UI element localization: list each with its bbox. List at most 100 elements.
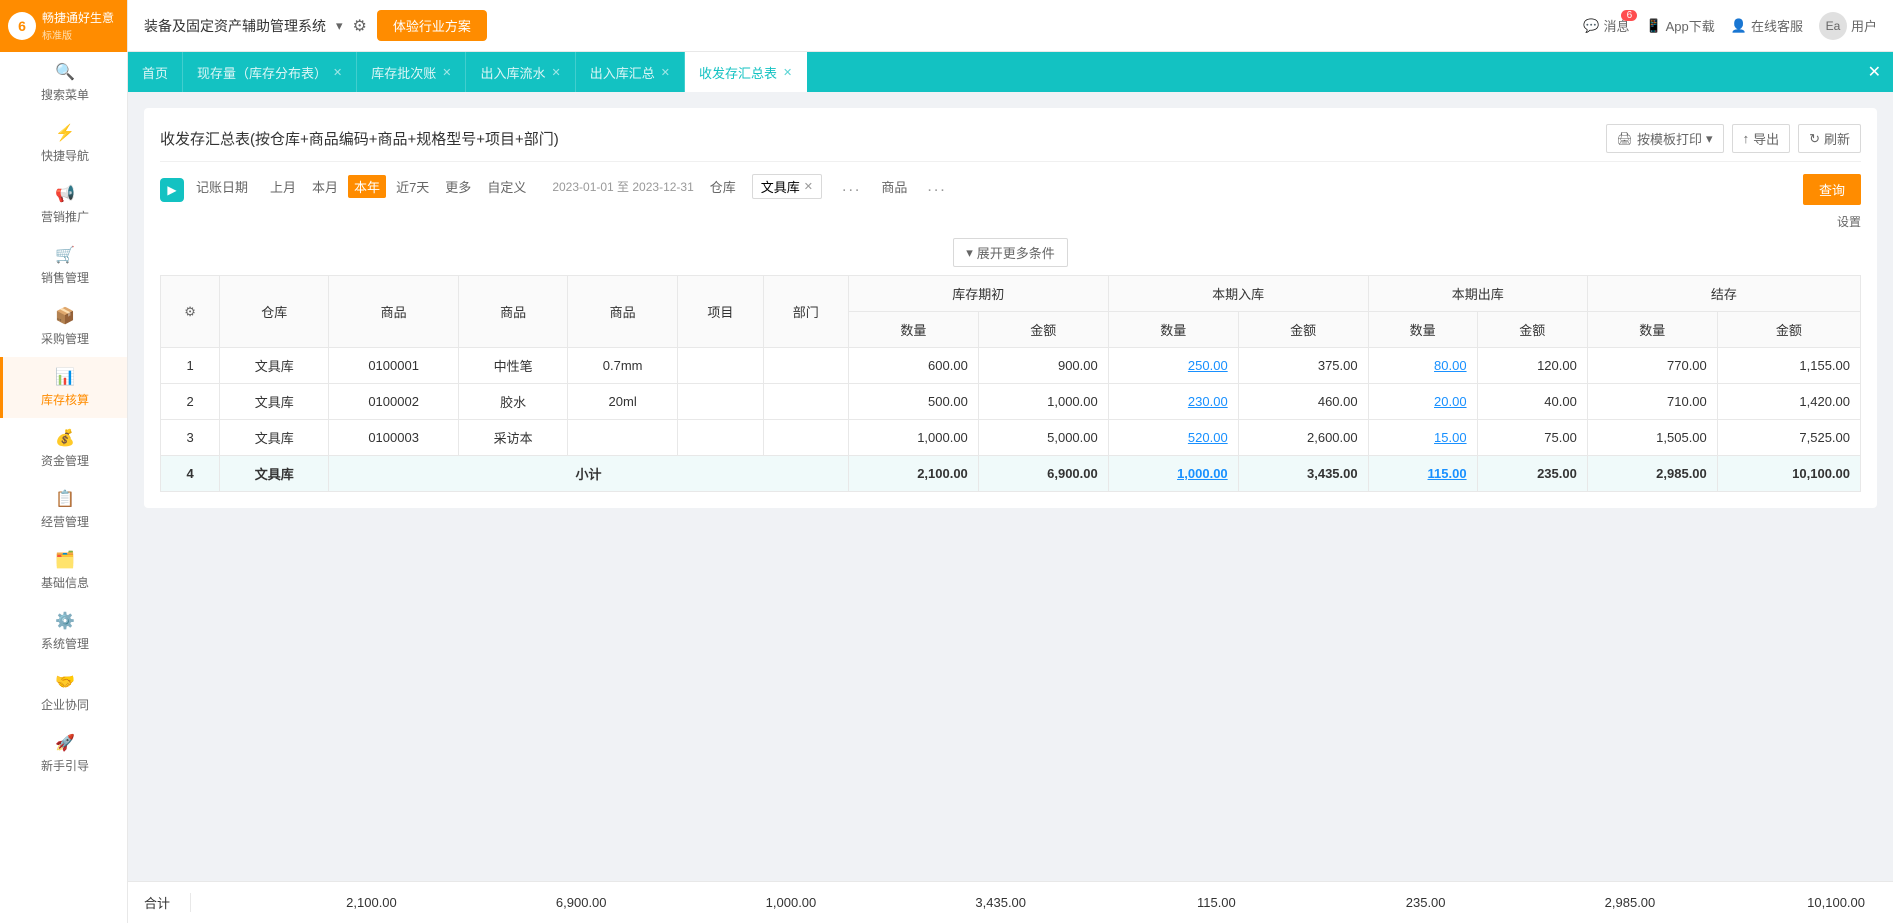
cell-out-qty[interactable]: 20.00 — [1368, 384, 1477, 420]
date-btn-3[interactable]: 近7天 — [390, 175, 435, 198]
sidebar-item-label: 经营管理 — [41, 513, 89, 530]
cell-name: 采访本 — [459, 420, 568, 456]
cell-code: 0100002 — [329, 384, 459, 420]
cell-project — [678, 384, 763, 420]
brand-edition: 标准版 — [42, 27, 114, 42]
total-opening-amt: 6,900.00 — [409, 895, 619, 910]
sidebar-item-label: 搜索菜单 — [41, 86, 89, 103]
tab-batch[interactable]: 库存批次账✕ — [357, 52, 466, 92]
th-code: 商品 — [329, 276, 459, 348]
content-area: 收发存汇总表(按仓库+商品编码+商品+规格型号+项目+部门) 🖨 按模板打印 ▾… — [128, 92, 1893, 881]
warehouse-more-btn[interactable]: ... — [838, 178, 865, 196]
total-out-qty: 115.00 — [1038, 895, 1248, 910]
query-btn[interactable]: 查询 — [1803, 174, 1861, 205]
expand-filter-btn[interactable]: ▾ 展开更多条件 — [953, 238, 1068, 267]
subtotal-opening-amt: 6,900.00 — [978, 456, 1108, 492]
trial-btn[interactable]: 体验行业方案 — [377, 10, 487, 41]
filter-toggle-btn[interactable]: ▶ — [160, 178, 184, 202]
subtotal-out-qty[interactable]: 115.00 — [1368, 456, 1477, 492]
total-out-amt: 235.00 — [1248, 895, 1458, 910]
cell-project — [678, 420, 763, 456]
tab-inout-flow[interactable]: 出入库流水✕ — [466, 52, 575, 92]
cell-in-qty[interactable]: 520.00 — [1108, 420, 1238, 456]
cell-in-qty[interactable]: 250.00 — [1108, 348, 1238, 384]
subtotal-row: 4 文具库 小计 2,100.00 6,900.00 1,000.00 3,43… — [161, 456, 1861, 492]
sidebar-item-sales[interactable]: 🛒销售管理 — [0, 235, 127, 296]
table-settings-icon[interactable]: ⚙ — [184, 304, 196, 319]
goods-more-btn[interactable]: ... — [923, 178, 950, 196]
date-options: 上月本月本年近7天更多自定义 — [264, 175, 532, 198]
cell-out-qty[interactable]: 15.00 — [1368, 420, 1477, 456]
export-btn[interactable]: ↑ 导出 — [1732, 124, 1791, 153]
th-opening-amt: 金额 — [978, 312, 1108, 348]
close-all-tabs-btn[interactable]: ✕ — [1856, 62, 1893, 82]
app-download-btn[interactable]: 📱 App下载 — [1645, 16, 1714, 35]
tab-stock-dist[interactable]: 现存量（库存分布表）✕ — [183, 52, 357, 92]
cell-in-qty[interactable]: 230.00 — [1108, 384, 1238, 420]
tab-close-btn[interactable]: ✕ — [333, 66, 342, 79]
system-dropdown[interactable]: ▾ — [336, 18, 343, 34]
tab-close-btn[interactable]: ✕ — [442, 66, 451, 79]
settings-gear-icon[interactable]: ⚙ — [353, 16, 367, 36]
tab-close-btn[interactable]: ✕ — [661, 66, 670, 79]
cell-opening-amt: 5,000.00 — [978, 420, 1108, 456]
print-btn[interactable]: 🖨 按模板打印 ▾ — [1606, 124, 1724, 153]
cell-out-qty[interactable]: 80.00 — [1368, 348, 1477, 384]
sidebar-item-label: 营销推广 — [41, 208, 89, 225]
sidebar-item-label: 库存核算 — [41, 391, 89, 408]
refresh-btn[interactable]: ↻ 刷新 — [1798, 124, 1861, 153]
tab-home[interactable]: 首页 — [128, 52, 183, 92]
th-dept: 部门 — [763, 276, 848, 348]
date-btn-4[interactable]: 更多 — [439, 175, 477, 198]
sidebar-item-basic-info[interactable]: 🗂️基础信息 — [0, 540, 127, 601]
warehouse-tag-remove-btn[interactable]: ✕ — [804, 180, 813, 193]
sidebar-item-operations[interactable]: 📋经营管理 — [0, 479, 127, 540]
th-group-opening: 库存期初 — [848, 276, 1108, 312]
brand-name: 畅捷通好生意 — [42, 10, 114, 27]
cell-dept — [763, 348, 848, 384]
cell-in-amt: 460.00 — [1238, 384, 1368, 420]
sidebar-item-newbie[interactable]: 🚀新手引导 — [0, 723, 127, 784]
subtotal-in-qty[interactable]: 1,000.00 — [1108, 456, 1238, 492]
cell-closing-qty: 770.00 — [1587, 348, 1717, 384]
sidebar-item-marketing[interactable]: 📢营销推广 — [0, 174, 127, 235]
sidebar-item-enterprise[interactable]: 🤝企业协同 — [0, 662, 127, 723]
th-opening-qty: 数量 — [848, 312, 978, 348]
messages-badge: 6 — [1621, 10, 1637, 21]
user-btn[interactable]: Ea 用户 — [1819, 12, 1877, 40]
total-closing-qty: 2,985.00 — [1458, 895, 1668, 910]
cell-out-amt: 75.00 — [1477, 420, 1587, 456]
sidebar-item-system[interactable]: ⚙️系统管理 — [0, 601, 127, 662]
date-btn-5[interactable]: 自定义 — [481, 175, 532, 198]
cell-warehouse: 文具库 — [220, 384, 329, 420]
date-btn-2[interactable]: 本年 — [348, 175, 386, 198]
page-actions: 🖨 按模板打印 ▾ ↑ 导出 ↻ 刷新 — [1606, 124, 1862, 153]
sidebar-item-purchase[interactable]: 📦采购管理 — [0, 296, 127, 357]
sidebar-item-inventory[interactable]: 📊库存核算 — [0, 357, 127, 418]
filter-body: 记账日期 上月本月本年近7天更多自定义 2023-01-01 至 2023-12… — [196, 174, 1791, 199]
date-btn-1[interactable]: 本月 — [306, 175, 344, 198]
total-closing-amt: 10,100.00 — [1667, 895, 1877, 910]
tab-close-btn[interactable]: ✕ — [783, 66, 792, 79]
sidebar-item-finance[interactable]: 💰资金管理 — [0, 418, 127, 479]
date-btn-0[interactable]: 上月 — [264, 175, 302, 198]
cell-dept — [763, 384, 848, 420]
th-name: 商品 — [459, 276, 568, 348]
messages-btn[interactable]: 💬 消息 6 — [1583, 16, 1629, 35]
avatar: Ea — [1819, 12, 1847, 40]
total-opening-qty: 2,100.00 — [199, 895, 409, 910]
cell-in-amt: 2,600.00 — [1238, 420, 1368, 456]
online-service-btn[interactable]: 👤 在线客服 — [1731, 16, 1803, 35]
settings-link[interactable]: 设置 — [1837, 213, 1861, 230]
sidebar-item-quick-nav[interactable]: ⚡快捷导航 — [0, 113, 127, 174]
tab-recv-summary[interactable]: 收发存汇总表✕ — [685, 52, 807, 92]
th-closing-qty: 数量 — [1587, 312, 1717, 348]
refresh-icon: ↻ — [1809, 131, 1820, 147]
tab-inout-summary[interactable]: 出入库汇总✕ — [576, 52, 685, 92]
topbar: 装备及固定资产辅助管理系统 ▾ ⚙ 体验行业方案 💬 消息 6 📱 App下载 … — [128, 0, 1893, 52]
data-table: ⚙ 仓库 商品 商品 商品 项目 部门 库存期初 本期入库 本期出库 结存 数量 — [160, 275, 1861, 492]
cell-closing-amt: 1,420.00 — [1717, 384, 1860, 420]
tab-close-btn[interactable]: ✕ — [552, 66, 561, 79]
sidebar-item-search[interactable]: 🔍搜索菜单 — [0, 52, 127, 113]
subtotal-label: 小计 — [329, 456, 849, 492]
